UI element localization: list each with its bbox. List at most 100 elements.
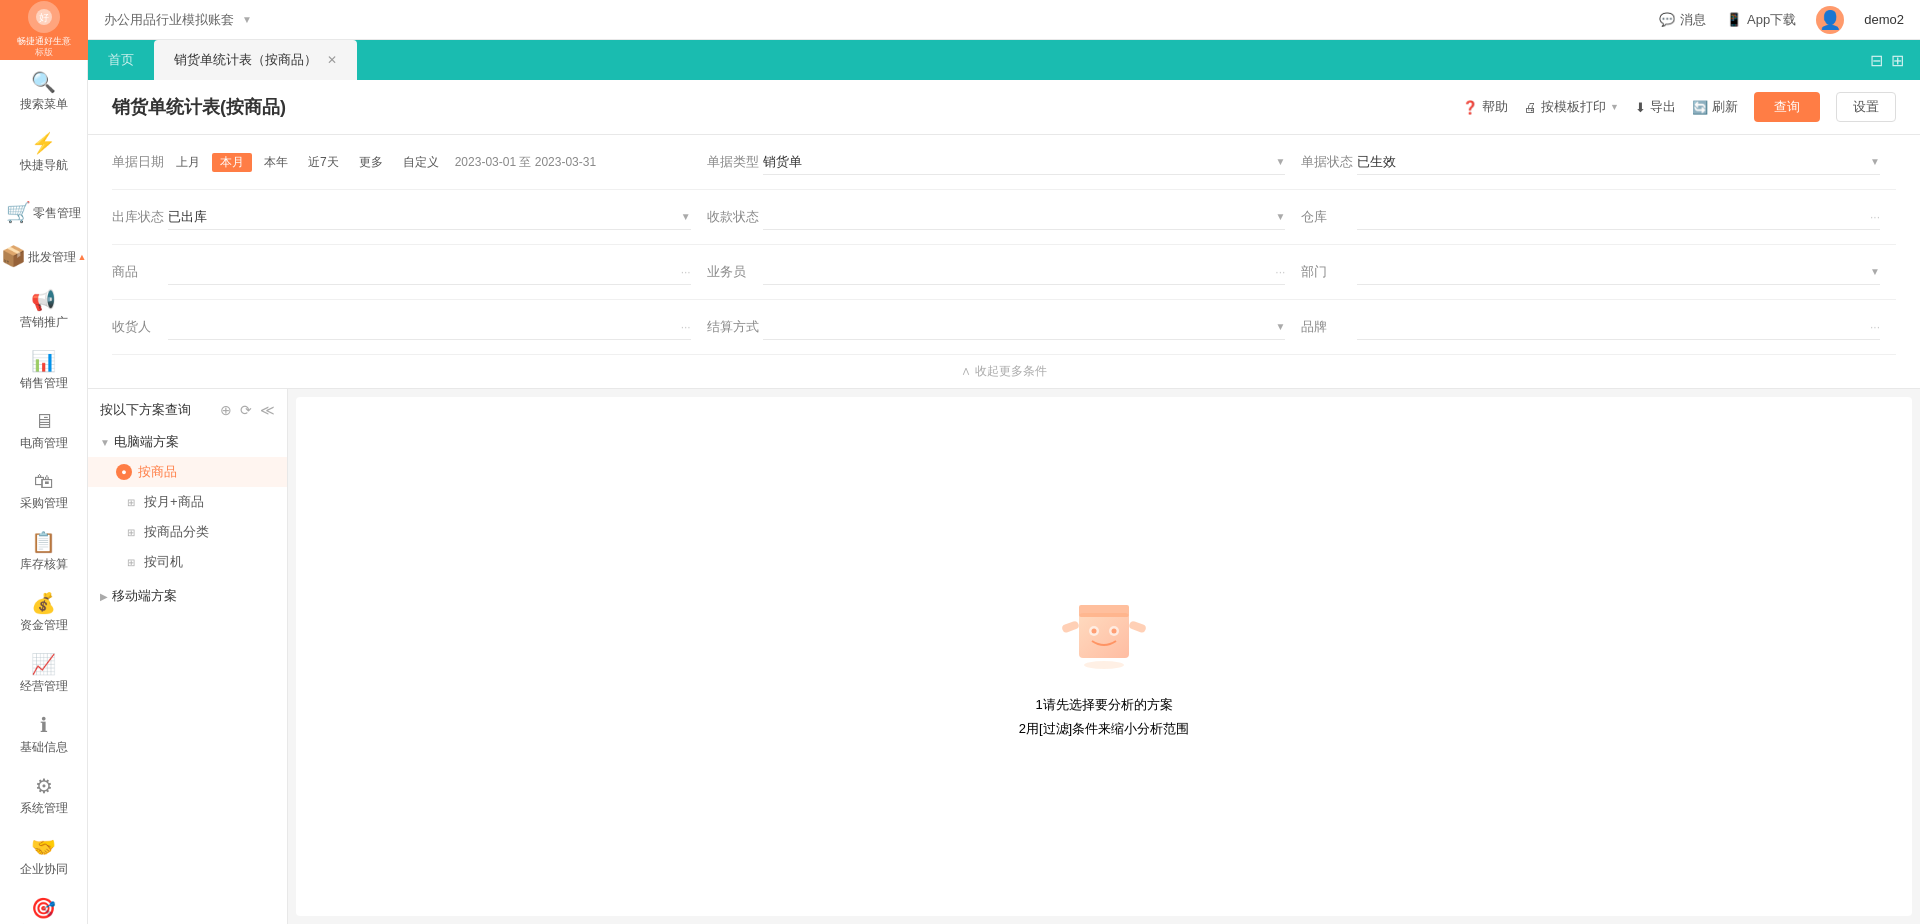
top-header: 办公用品行业模拟账套 ▼ 💬 消息 📱 App下载 👤 demo2	[88, 0, 1920, 40]
scheme-group-desktop-title[interactable]: ▼ 电脑端方案	[88, 427, 287, 457]
collapse-bar[interactable]: ∧ 收起更多条件	[112, 355, 1896, 388]
logo-icon: 好	[28, 1, 60, 33]
user-avatar[interactable]: 👤	[1816, 6, 1844, 34]
scheme-by-goods-label: 按商品	[138, 463, 177, 481]
sidebar-item-guide[interactable]: 🎯 新手引导	[0, 886, 88, 924]
date-tag-this-month[interactable]: 本月	[212, 153, 252, 172]
page-title: 销货单统计表(按商品)	[112, 95, 286, 131]
export-label: 导出	[1650, 98, 1676, 116]
tab-maximize-icon[interactable]: ⊞	[1891, 51, 1904, 70]
sidebar-item-retail[interactable]: 🛒 零售管理	[0, 190, 88, 234]
app-download-label: App下载	[1747, 11, 1796, 29]
scheme-group-mobile-title[interactable]: ▶ 移动端方案	[88, 581, 287, 611]
app-download-button[interactable]: 📱 App下载	[1726, 11, 1796, 29]
scheme-item-by-category[interactable]: ⊞ 按商品分类	[88, 517, 287, 547]
sidebar-purchase-label: 采购管理	[20, 496, 68, 510]
sidebar-item-search[interactable]: 🔍 搜索菜单	[0, 60, 88, 121]
salesman-value[interactable]: ···	[763, 259, 1286, 285]
date-tag-this-year[interactable]: 本年	[256, 153, 296, 172]
sidebar-search-label: 搜索菜单	[20, 97, 68, 111]
scheme-item-by-driver[interactable]: ⊞ 按司机	[88, 547, 287, 577]
date-tag-last-month[interactable]: 上月	[168, 153, 208, 172]
brand-value[interactable]: ···	[1357, 314, 1880, 340]
date-label: 单据日期	[112, 153, 168, 171]
filter-dept: 部门 ▼	[1301, 255, 1896, 289]
system-icon: ⚙	[0, 774, 88, 798]
goods-ellipsis-icon[interactable]: ···	[681, 265, 691, 279]
scheme-item-by-month-goods[interactable]: ⊞ 按月+商品	[88, 487, 287, 517]
tab-sales-stats-label: 销货单统计表（按商品）	[174, 51, 317, 69]
quick-nav-icon: ⚡	[0, 131, 88, 155]
sidebar-item-wholesale[interactable]: 📦 批发管理 ▲	[0, 234, 88, 278]
sidebar-item-collab[interactable]: 🤝 企业协同	[0, 825, 88, 886]
date-tag-last-7-days[interactable]: 近7天	[300, 153, 347, 172]
receiver-value[interactable]: ···	[168, 314, 691, 340]
svg-rect-3	[1079, 605, 1129, 617]
sidebar-item-purchase[interactable]: 🛍 采购管理	[0, 460, 88, 520]
svg-point-10	[1084, 661, 1124, 669]
sidebar-item-ecommerce[interactable]: 🖥 电商管理	[0, 400, 88, 460]
page-actions: ❓ 帮助 🖨 按模板打印 ▼ ⬇ 导出 🔄 刷新 查询 设置	[1462, 92, 1896, 134]
desktop-group-label: 电脑端方案	[114, 433, 179, 451]
sidebar-item-sales[interactable]: 📊 销售管理	[0, 339, 88, 400]
tab-close-icon[interactable]: ✕	[327, 53, 337, 67]
sidebar-item-system[interactable]: ⚙ 系统管理	[0, 764, 88, 825]
export-button[interactable]: ⬇ 导出	[1635, 98, 1676, 116]
wholesale-arrow-icon: ▲	[78, 252, 87, 262]
scheme-collapse-icon[interactable]: ≪	[260, 402, 275, 418]
empty-illustration	[1054, 573, 1154, 673]
filter-collect-status: 收款状态 ▼	[707, 200, 1302, 234]
sidebar-item-inventory[interactable]: 📋 库存核算	[0, 520, 88, 581]
sidebar-item-basic-info[interactable]: ℹ 基础信息	[0, 703, 88, 764]
tab-minimize-icon[interactable]: ⊟	[1870, 51, 1883, 70]
print-button[interactable]: 🖨 按模板打印 ▼	[1524, 98, 1619, 116]
settings-button[interactable]: 设置	[1836, 92, 1896, 122]
collect-status-value[interactable]: ▼	[763, 204, 1286, 230]
receiver-ellipsis-icon[interactable]: ···	[681, 320, 691, 334]
receiver-label: 收货人	[112, 318, 168, 336]
sidebar-sales-label: 销售管理	[20, 376, 68, 390]
query-button[interactable]: 查询	[1754, 92, 1820, 122]
warehouse-ellipsis-icon[interactable]: ···	[1870, 210, 1880, 224]
out-status-value[interactable]: 已出库 ▼	[168, 204, 691, 230]
warehouse-value[interactable]: ···	[1357, 204, 1880, 230]
breadcrumb-dropdown-icon[interactable]: ▼	[242, 14, 252, 25]
sidebar-item-marketing[interactable]: 📢 营销推广	[0, 278, 88, 339]
dept-value[interactable]: ▼	[1357, 259, 1880, 285]
filter-doc-type: 单据类型 销货单 ▼	[707, 145, 1302, 179]
sidebar-item-quick-nav[interactable]: ⚡ 快捷导航	[0, 121, 88, 182]
doc-status-label: 单据状态	[1301, 153, 1357, 171]
collect-status-label: 收款状态	[707, 208, 763, 226]
sidebar-item-operations[interactable]: 📈 经营管理	[0, 642, 88, 703]
goods-value[interactable]: ···	[168, 259, 691, 285]
filter-row-2: 出库状态 已出库 ▼ 收款状态 ▼ 仓库	[112, 190, 1896, 245]
scheme-refresh-icon[interactable]: ⟳	[240, 402, 252, 418]
print-label: 按模板打印	[1541, 98, 1606, 116]
sidebar-ecommerce-label: 电商管理	[20, 436, 68, 450]
help-label: 帮助	[1482, 98, 1508, 116]
sidebar-item-finance[interactable]: 💰 资金管理	[0, 581, 88, 642]
scheme-group-mobile: ▶ 移动端方案	[88, 581, 287, 611]
filter-settle: 结算方式 ▼	[707, 310, 1302, 344]
salesman-ellipsis-icon[interactable]: ···	[1275, 265, 1285, 279]
date-tag-more[interactable]: 更多	[351, 153, 391, 172]
help-button[interactable]: ❓ 帮助	[1462, 98, 1508, 116]
user-name[interactable]: demo2	[1864, 12, 1904, 27]
out-status-label: 出库状态	[112, 208, 168, 226]
doc-status-dropdown-icon: ▼	[1870, 156, 1880, 167]
guide-icon: 🎯	[0, 896, 88, 920]
doc-status-value[interactable]: 已生效 ▼	[1357, 149, 1880, 175]
refresh-button[interactable]: 🔄 刷新	[1692, 98, 1738, 116]
tab-home[interactable]: 首页	[88, 40, 154, 80]
app-title: 畅捷通好生意	[17, 36, 71, 47]
brand-ellipsis-icon[interactable]: ···	[1870, 320, 1880, 334]
scheme-item-by-goods[interactable]: ● 按商品	[88, 457, 287, 487]
scheme-add-icon[interactable]: ⊕	[220, 402, 232, 418]
tab-sales-stats[interactable]: 销货单统计表（按商品） ✕	[154, 40, 357, 80]
message-button[interactable]: 💬 消息	[1659, 11, 1706, 29]
doc-type-value[interactable]: 销货单 ▼	[763, 149, 1286, 175]
doc-type-label: 单据类型	[707, 153, 763, 171]
doc-status-text: 已生效	[1357, 153, 1396, 171]
settle-value[interactable]: ▼	[763, 314, 1286, 340]
date-tag-custom[interactable]: 自定义	[395, 153, 447, 172]
